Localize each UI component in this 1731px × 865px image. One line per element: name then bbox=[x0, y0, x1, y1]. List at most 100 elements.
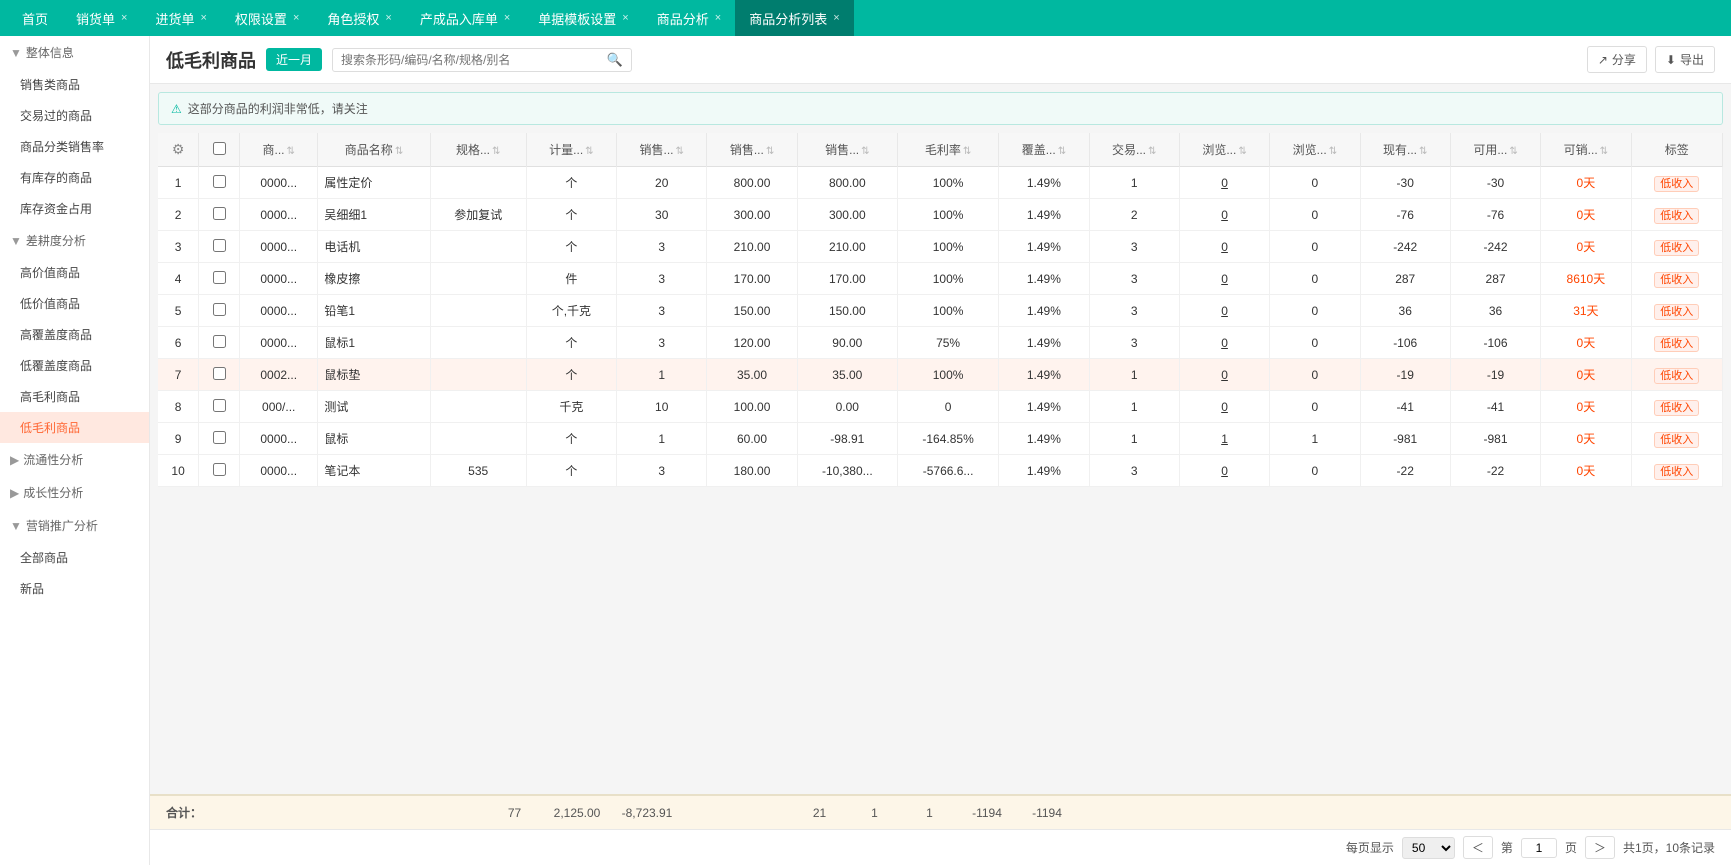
view-link[interactable]: 0 bbox=[1221, 240, 1228, 254]
per-page-select[interactable]: 50 100 200 bbox=[1402, 837, 1455, 859]
sidebar-group-flow[interactable]: ▶ 流通性分析 bbox=[0, 443, 149, 476]
settings-icon[interactable]: ⚙ bbox=[172, 141, 185, 157]
sidebar-item-stock-goods[interactable]: 有库存的商品 bbox=[0, 162, 149, 193]
nav-roles[interactable]: 角色授权 × bbox=[313, 0, 405, 36]
row-select-checkbox[interactable] bbox=[213, 303, 226, 316]
row-view1: 1 bbox=[1179, 423, 1269, 455]
sort-available-icon[interactable]: ⇅ bbox=[1509, 146, 1517, 157]
row-current: -22 bbox=[1360, 455, 1450, 487]
view-link[interactable]: 1 bbox=[1221, 432, 1228, 446]
view-link[interactable]: 0 bbox=[1221, 304, 1228, 318]
close-permissions-icon[interactable]: × bbox=[293, 12, 299, 24]
sort-coverage-icon[interactable]: ⇅ bbox=[1058, 146, 1066, 157]
sort-unit-icon[interactable]: ⇅ bbox=[585, 146, 593, 157]
sidebar-group-diff-analysis[interactable]: ▼ 差耕度分析 bbox=[0, 224, 149, 257]
row-no: 9 bbox=[158, 423, 199, 455]
view-link[interactable]: 0 bbox=[1221, 368, 1228, 382]
nav-product-analysis[interactable]: 商品分析 × bbox=[643, 0, 735, 36]
close-template-icon[interactable]: × bbox=[622, 12, 628, 24]
row-coverage: 1.49% bbox=[999, 359, 1089, 391]
view-link[interactable]: 0 bbox=[1221, 176, 1228, 190]
row-select-checkbox[interactable] bbox=[213, 239, 226, 252]
row-code: 0000... bbox=[240, 199, 318, 231]
page-input[interactable] bbox=[1521, 838, 1557, 858]
sidebar-item-category-rate[interactable]: 商品分类销售率 bbox=[0, 131, 149, 162]
close-roles-icon[interactable]: × bbox=[385, 12, 391, 24]
sort-name-icon[interactable]: ⇅ bbox=[395, 146, 403, 157]
row-unit: 个 bbox=[526, 359, 616, 391]
row-gross-rate: 100% bbox=[897, 263, 998, 295]
sidebar-item-low-coverage[interactable]: 低覆盖度商品 bbox=[0, 350, 149, 381]
select-all-checkbox[interactable] bbox=[213, 142, 226, 155]
sidebar-group-growth[interactable]: ▶ 成长性分析 bbox=[0, 476, 149, 509]
sidebar-item-traded-goods[interactable]: 交易过的商品 bbox=[0, 100, 149, 131]
sort-gross-icon[interactable]: ⇅ bbox=[963, 146, 971, 157]
view-link[interactable]: 0 bbox=[1221, 272, 1228, 286]
view-link[interactable]: 0 bbox=[1221, 336, 1228, 350]
search-icon[interactable]: 🔍 bbox=[607, 52, 623, 68]
nav-template[interactable]: 单据模板设置 × bbox=[524, 0, 642, 36]
close-purchase-icon[interactable]: × bbox=[200, 12, 206, 24]
sidebar-item-low-margin[interactable]: 低毛利商品 bbox=[0, 412, 149, 443]
sort-view1-icon[interactable]: ⇅ bbox=[1238, 146, 1246, 157]
row-select-checkbox[interactable] bbox=[213, 271, 226, 284]
nav-purchase[interactable]: 进货单 × bbox=[141, 0, 220, 36]
nav-permissions[interactable]: 权限设置 × bbox=[221, 0, 313, 36]
sort-spec-icon[interactable]: ⇅ bbox=[492, 146, 500, 157]
nav-product-analysis-list[interactable]: 商品分析列表 × bbox=[735, 0, 853, 36]
col-trade: 交易...⇅ bbox=[1089, 133, 1179, 167]
sidebar-item-low-value[interactable]: 低价值商品 bbox=[0, 288, 149, 319]
close-sales-icon[interactable]: × bbox=[121, 12, 127, 24]
view-link[interactable]: 0 bbox=[1221, 400, 1228, 414]
sidebar-group-marketing[interactable]: ▼ 营销推广分析 bbox=[0, 509, 149, 542]
export-button[interactable]: ⬇ 导出 bbox=[1655, 46, 1715, 73]
col-sales-price: 销售...⇅ bbox=[707, 133, 797, 167]
sidebar-item-high-coverage[interactable]: 高覆盖度商品 bbox=[0, 319, 149, 350]
sort-sales-amount-icon[interactable]: ⇅ bbox=[861, 146, 869, 157]
share-button[interactable]: ↗ 分享 bbox=[1587, 46, 1647, 73]
row-select-checkbox[interactable] bbox=[213, 335, 226, 348]
sort-sales-qty-icon[interactable]: ⇅ bbox=[676, 146, 684, 157]
close-product-in-icon[interactable]: × bbox=[504, 12, 510, 24]
sidebar-item-high-margin[interactable]: 高毛利商品 bbox=[0, 381, 149, 412]
close-product-analysis-icon[interactable]: × bbox=[715, 12, 721, 24]
sort-sales-price-icon[interactable]: ⇅ bbox=[766, 146, 774, 157]
row-spec bbox=[430, 327, 526, 359]
row-trade: 3 bbox=[1089, 295, 1179, 327]
nav-product-in[interactable]: 产成品入库单 × bbox=[406, 0, 524, 36]
sort-code-icon[interactable]: ⇅ bbox=[287, 146, 295, 157]
row-sales-amount: 0.00 bbox=[797, 391, 897, 423]
row-select-checkbox[interactable] bbox=[213, 399, 226, 412]
table-row: 10 0000... 笔记本 535 个 3 180.00 -10,380...… bbox=[158, 455, 1723, 487]
row-gross-rate: -164.85% bbox=[897, 423, 998, 455]
sidebar-item-high-value[interactable]: 高价值商品 bbox=[0, 257, 149, 288]
row-select-checkbox[interactable] bbox=[213, 367, 226, 380]
close-product-analysis-list-icon[interactable]: × bbox=[833, 12, 839, 24]
col-settings[interactable]: ⚙ bbox=[158, 133, 199, 167]
row-select-checkbox[interactable] bbox=[213, 463, 226, 476]
sidebar-item-all-goods[interactable]: 全部商品 bbox=[0, 542, 149, 573]
sort-trade-icon[interactable]: ⇅ bbox=[1148, 146, 1156, 157]
sort-view2-icon[interactable]: ⇅ bbox=[1329, 146, 1337, 157]
row-select-checkbox[interactable] bbox=[213, 207, 226, 220]
date-filter-button[interactable]: 近一月 bbox=[266, 48, 322, 71]
sidebar-item-stock-capital[interactable]: 库存资金占用 bbox=[0, 193, 149, 224]
row-spec bbox=[430, 231, 526, 263]
next-page-button[interactable]: ＞ bbox=[1585, 836, 1615, 859]
sidebar-item-sales-goods[interactable]: 销售类商品 bbox=[0, 69, 149, 100]
view-link[interactable]: 0 bbox=[1221, 208, 1228, 222]
sort-current-icon[interactable]: ⇅ bbox=[1419, 146, 1427, 157]
sort-sellable-icon[interactable]: ⇅ bbox=[1600, 146, 1608, 157]
view-link[interactable]: 0 bbox=[1221, 464, 1228, 478]
sidebar-group-overall[interactable]: ▼ 整体信息 bbox=[0, 36, 149, 69]
row-sales-price: 60.00 bbox=[707, 423, 797, 455]
search-input[interactable] bbox=[341, 53, 607, 67]
sidebar-item-new-goods[interactable]: 新品 bbox=[0, 573, 149, 604]
row-view2: 0 bbox=[1270, 391, 1360, 423]
prev-page-button[interactable]: ＜ bbox=[1463, 836, 1493, 859]
nav-sales[interactable]: 销货单 × bbox=[62, 0, 141, 36]
row-select-checkbox[interactable] bbox=[213, 431, 226, 444]
row-select-checkbox[interactable] bbox=[213, 175, 226, 188]
nav-home[interactable]: 首页 bbox=[8, 0, 62, 36]
row-sales-qty: 3 bbox=[617, 295, 707, 327]
